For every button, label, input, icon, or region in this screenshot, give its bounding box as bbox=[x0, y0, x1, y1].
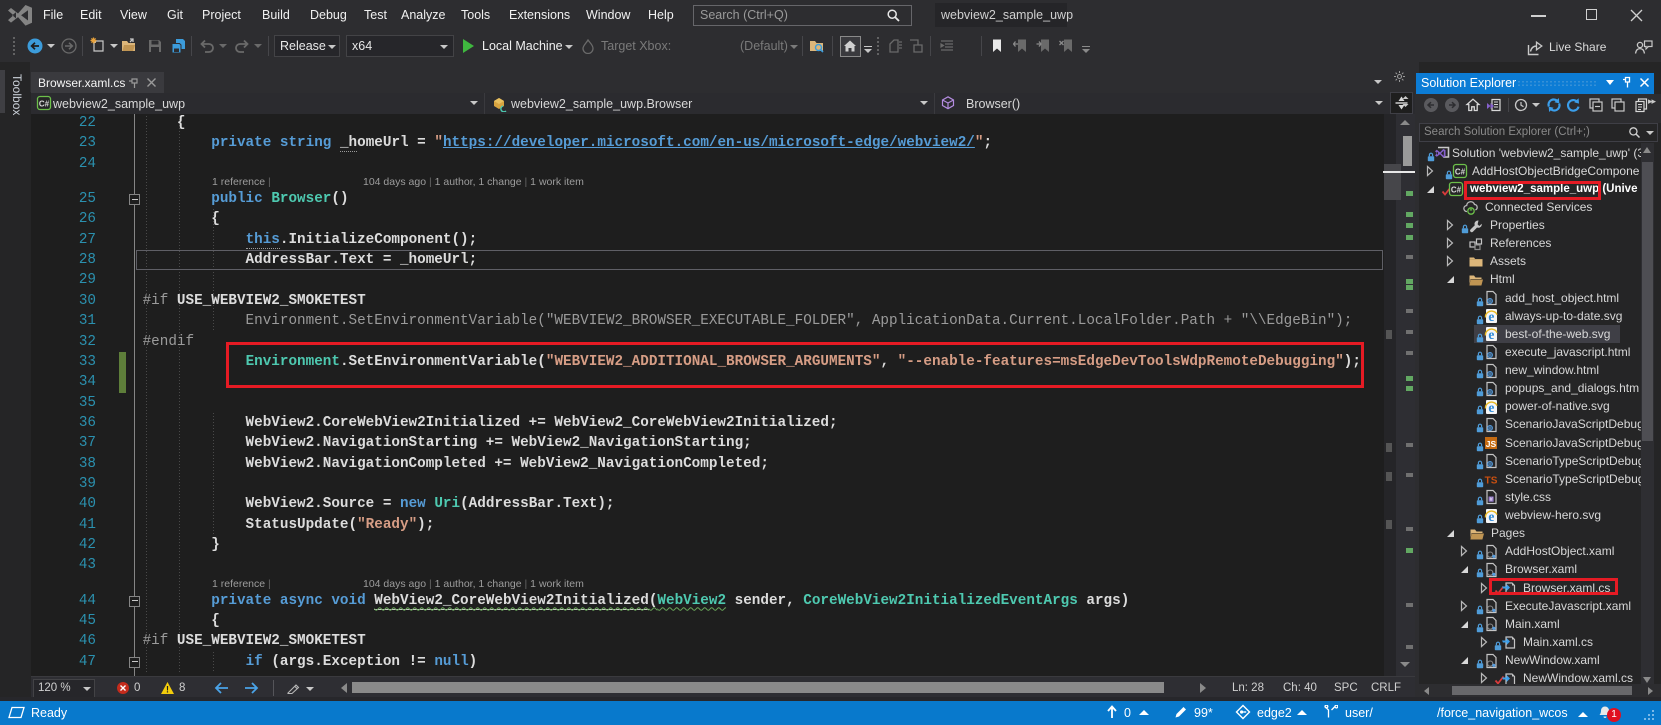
svg-text:TS: TS bbox=[1485, 476, 1498, 487]
svg-text:JS: JS bbox=[1486, 439, 1497, 449]
svg-text:C#: C# bbox=[39, 100, 50, 109]
svg-text:!: ! bbox=[166, 685, 169, 695]
svg-text:C#: C# bbox=[1455, 168, 1466, 177]
svg-text:C#: C# bbox=[1451, 186, 1462, 195]
